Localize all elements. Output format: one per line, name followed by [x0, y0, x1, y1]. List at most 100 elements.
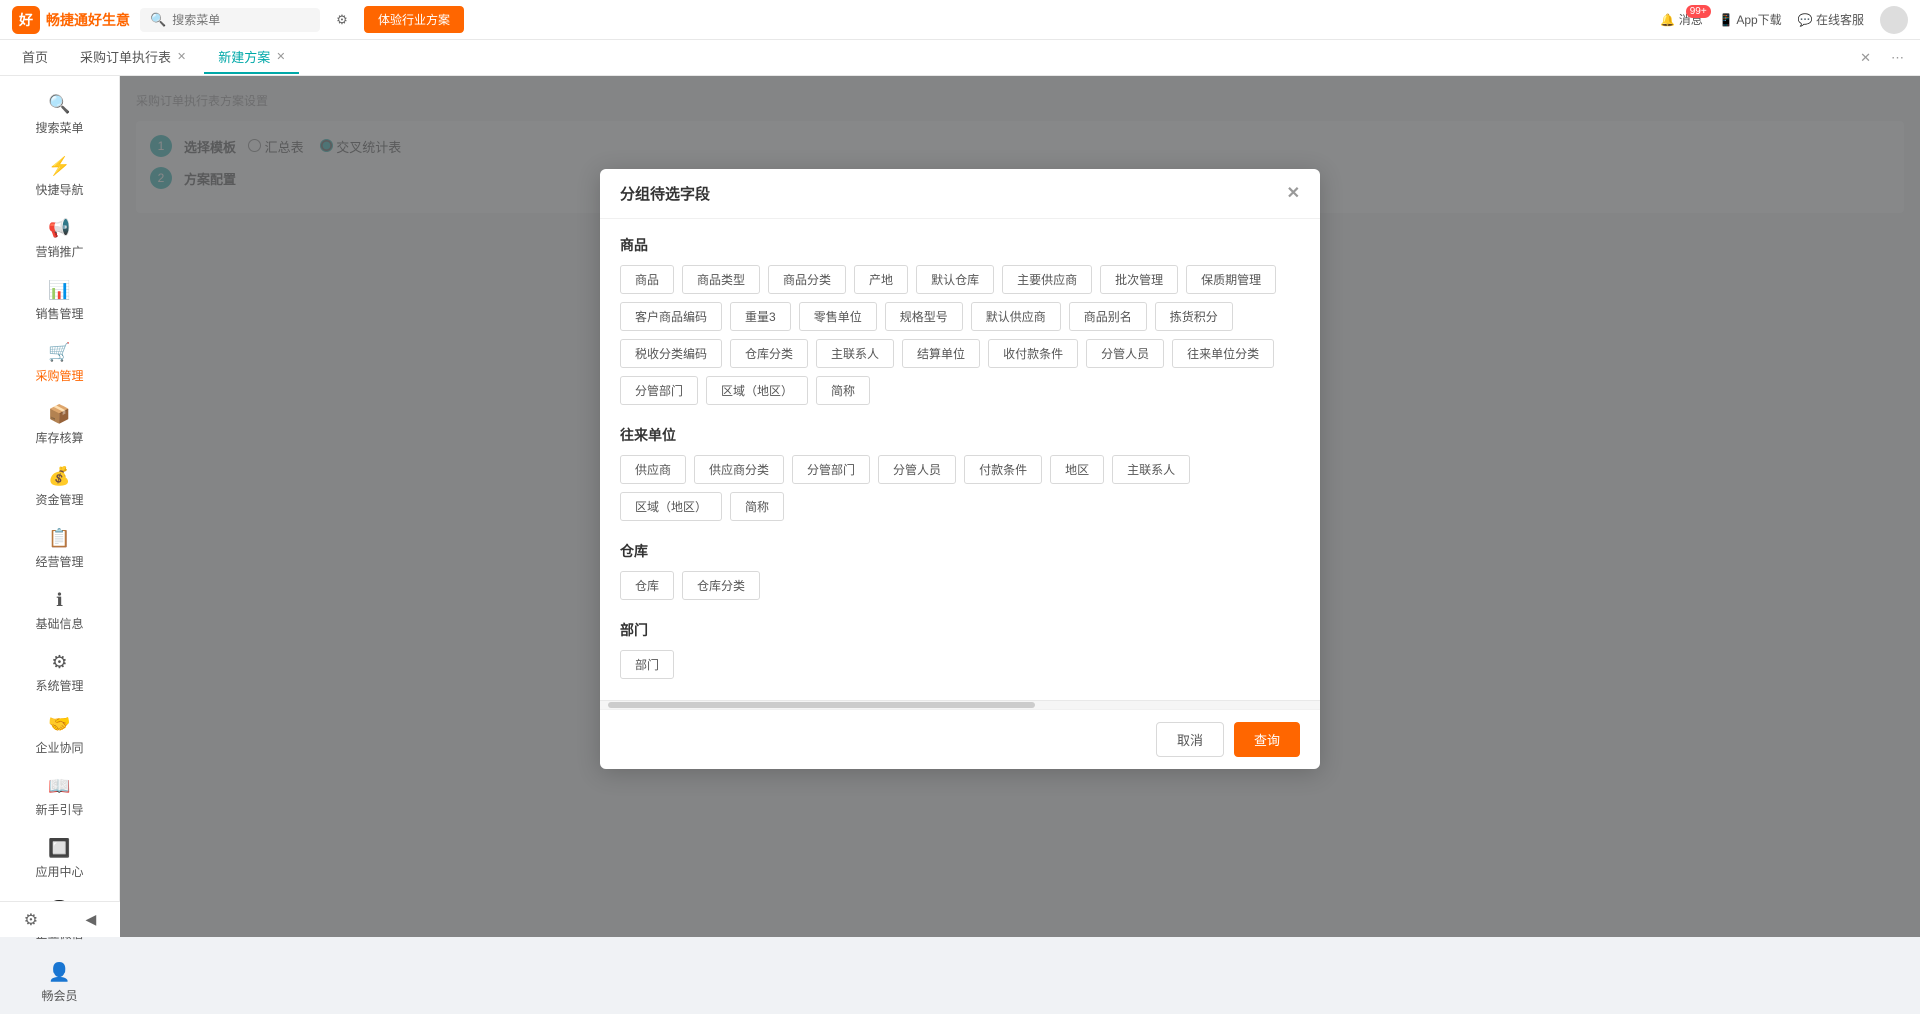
- user-avatar[interactable]: [1880, 6, 1908, 34]
- sidebar-item-operation[interactable]: 📋 经营管理: [0, 518, 119, 580]
- sidebar-item-collab-label: 企业协同: [35, 739, 83, 756]
- section-department-tags: 部门: [620, 650, 1300, 679]
- sidebar-item-inventory[interactable]: 📦 库存核算: [0, 394, 119, 456]
- field-tag-goods-type[interactable]: 商品类型: [682, 265, 760, 294]
- field-tag-dept[interactable]: 分管部门: [792, 455, 870, 484]
- section-goods-title: 商品: [620, 235, 1300, 255]
- sidebar-item-sales[interactable]: 📊 销售管理: [0, 270, 119, 332]
- field-tag-short-name[interactable]: 简称: [730, 492, 784, 521]
- field-tag-weight3[interactable]: 重量3: [730, 302, 791, 331]
- sidebar-item-collab[interactable]: 🤝 企业协同: [0, 704, 119, 766]
- modal-header: 分组待选字段 ✕: [600, 169, 1320, 219]
- section-warehouse: 仓库 仓库 仓库分类: [620, 541, 1300, 600]
- sidebar-item-appstore[interactable]: 🔲 应用中心: [0, 828, 119, 890]
- field-tag-charge-person[interactable]: 分管人员: [1086, 339, 1164, 368]
- field-tag-shelf-life[interactable]: 保质期管理: [1186, 265, 1276, 294]
- tab-purchase-order[interactable]: 采购订单执行表 ✕: [66, 41, 200, 74]
- field-tag-batch-mgmt[interactable]: 批次管理: [1100, 265, 1178, 294]
- field-tag-retail-unit[interactable]: 零售单位: [799, 302, 877, 331]
- app-label: App下载: [1736, 13, 1781, 27]
- modal-footer: 取消 查询: [600, 709, 1320, 769]
- bottom-settings-icon[interactable]: ⚙: [24, 910, 38, 930]
- field-tag-origin[interactable]: 产地: [854, 265, 908, 294]
- tab-new-plan[interactable]: 新建方案 ✕: [204, 41, 299, 74]
- modal-title: 分组待选字段: [620, 183, 710, 204]
- section-counterpart: 往来单位 供应商 供应商分类 分管部门 分管人员 付款条件 地区 主联系人 区域…: [620, 425, 1300, 521]
- sales-icon: 📊: [48, 280, 70, 301]
- field-tag-main-contact2[interactable]: 主联系人: [1112, 455, 1190, 484]
- search-icon: 🔍: [150, 12, 166, 28]
- sidebar-item-basic-label: 基础信息: [35, 615, 83, 632]
- sidebar-item-purchase[interactable]: 🛒 采购管理: [0, 332, 119, 394]
- sidebar-item-marketing[interactable]: 📢 营销推广: [0, 208, 119, 270]
- horizontal-scrollbar[interactable]: [600, 700, 1320, 708]
- field-tag-area[interactable]: 地区: [1050, 455, 1104, 484]
- field-tag-supplier[interactable]: 供应商: [620, 455, 686, 484]
- bottom-collapse-icon[interactable]: ◀: [86, 911, 97, 928]
- settings-button[interactable]: ⚙: [328, 6, 356, 34]
- appstore-icon: 🔲: [48, 838, 70, 859]
- sidebar-item-member[interactable]: 👤 畅会员: [0, 952, 119, 1014]
- inventory-icon: 📦: [48, 404, 70, 425]
- tab-new-plan-close[interactable]: ✕: [276, 50, 285, 63]
- field-tag-spec-model[interactable]: 规格型号: [885, 302, 963, 331]
- app-download[interactable]: 📱 App下载: [1719, 11, 1782, 28]
- sidebar-item-guide[interactable]: 📖 新手引导: [0, 766, 119, 828]
- sidebar-item-marketing-label: 营销推广: [35, 243, 83, 260]
- field-tag-warehouse-category[interactable]: 仓库分类: [730, 339, 808, 368]
- sidebar-item-system[interactable]: ⚙ 系统管理: [0, 642, 119, 704]
- operation-icon: 📋: [48, 528, 70, 549]
- search-bar[interactable]: 🔍: [140, 8, 320, 32]
- sidebar-item-search[interactable]: 🔍 搜索菜单: [0, 84, 119, 146]
- field-tag-goods[interactable]: 商品: [620, 265, 674, 294]
- field-tag-pick-points[interactable]: 拣货积分: [1155, 302, 1233, 331]
- search-input[interactable]: [172, 13, 292, 27]
- sidebar-item-finance[interactable]: 💰 资金管理: [0, 456, 119, 518]
- field-tag-staff-charge[interactable]: 分管人员: [878, 455, 956, 484]
- cancel-button[interactable]: 取消: [1156, 722, 1224, 757]
- system-icon: ⚙: [51, 652, 67, 673]
- modal-close-button[interactable]: ✕: [1287, 183, 1300, 203]
- guide-icon: 📖: [48, 776, 70, 797]
- tab-purchase-close[interactable]: ✕: [177, 50, 186, 63]
- field-tag-goods-alias[interactable]: 商品别名: [1069, 302, 1147, 331]
- notification-icon: 🔔: [1660, 13, 1675, 27]
- field-tag-tax-code[interactable]: 税收分类编码: [620, 339, 722, 368]
- sidebar-item-search-label: 搜索菜单: [35, 119, 83, 136]
- tab-home[interactable]: 首页: [8, 41, 62, 74]
- notification-area[interactable]: 🔔 99+ 消息: [1660, 11, 1702, 28]
- online-service[interactable]: 💬 在线客服: [1798, 11, 1864, 28]
- collab-icon: 🤝: [48, 714, 70, 735]
- tab-bar-close[interactable]: ✕: [1852, 46, 1879, 70]
- field-tag-default-warehouse[interactable]: 默认仓库: [916, 265, 994, 294]
- field-tag-main-supplier[interactable]: 主要供应商: [1002, 265, 1092, 294]
- field-tag-supplier-category[interactable]: 供应商分类: [694, 455, 784, 484]
- sidebar-item-basic[interactable]: ℹ 基础信息: [0, 580, 119, 642]
- field-tag-goods-category[interactable]: 商品分类: [768, 265, 846, 294]
- bottom-bar: ⚙ ◀: [0, 901, 120, 937]
- field-tag-customer-code[interactable]: 客户商品编码: [620, 302, 722, 331]
- section-department-title: 部门: [620, 620, 1300, 640]
- field-tag-counterpart-category[interactable]: 往来单位分类: [1172, 339, 1274, 368]
- field-tag-short-name-goods[interactable]: 简称: [816, 376, 870, 405]
- field-tag-payment-terms[interactable]: 收付款条件: [988, 339, 1078, 368]
- field-tag-wh-category[interactable]: 仓库分类: [682, 571, 760, 600]
- field-tag-main-contact[interactable]: 主联系人: [816, 339, 894, 368]
- field-tag-warehouse[interactable]: 仓库: [620, 571, 674, 600]
- sidebar-item-purchase-label: 采购管理: [35, 367, 83, 384]
- sidebar-item-nav[interactable]: ⚡ 快捷导航: [0, 146, 119, 208]
- trial-button[interactable]: 体验行业方案: [364, 6, 464, 33]
- field-tag-default-supplier[interactable]: 默认供应商: [971, 302, 1061, 331]
- logo-area: 好 畅捷通好生意: [12, 6, 132, 34]
- sidebar-item-member-label: 畅会员: [41, 987, 77, 1004]
- confirm-button[interactable]: 查询: [1234, 722, 1300, 757]
- notification-badge: 99+: [1686, 5, 1711, 18]
- tab-bar-expand[interactable]: ⋯: [1883, 46, 1912, 70]
- top-bar-right: 🔔 99+ 消息 📱 App下载 💬 在线客服: [1660, 6, 1908, 34]
- field-tag-region-goods[interactable]: 区域（地区）: [706, 376, 808, 405]
- field-tag-department[interactable]: 部门: [620, 650, 674, 679]
- field-tag-pay-terms[interactable]: 付款条件: [964, 455, 1042, 484]
- field-tag-dept-charge[interactable]: 分管部门: [620, 376, 698, 405]
- field-tag-settlement-unit[interactable]: 结算单位: [902, 339, 980, 368]
- field-tag-region-area[interactable]: 区域（地区）: [620, 492, 722, 521]
